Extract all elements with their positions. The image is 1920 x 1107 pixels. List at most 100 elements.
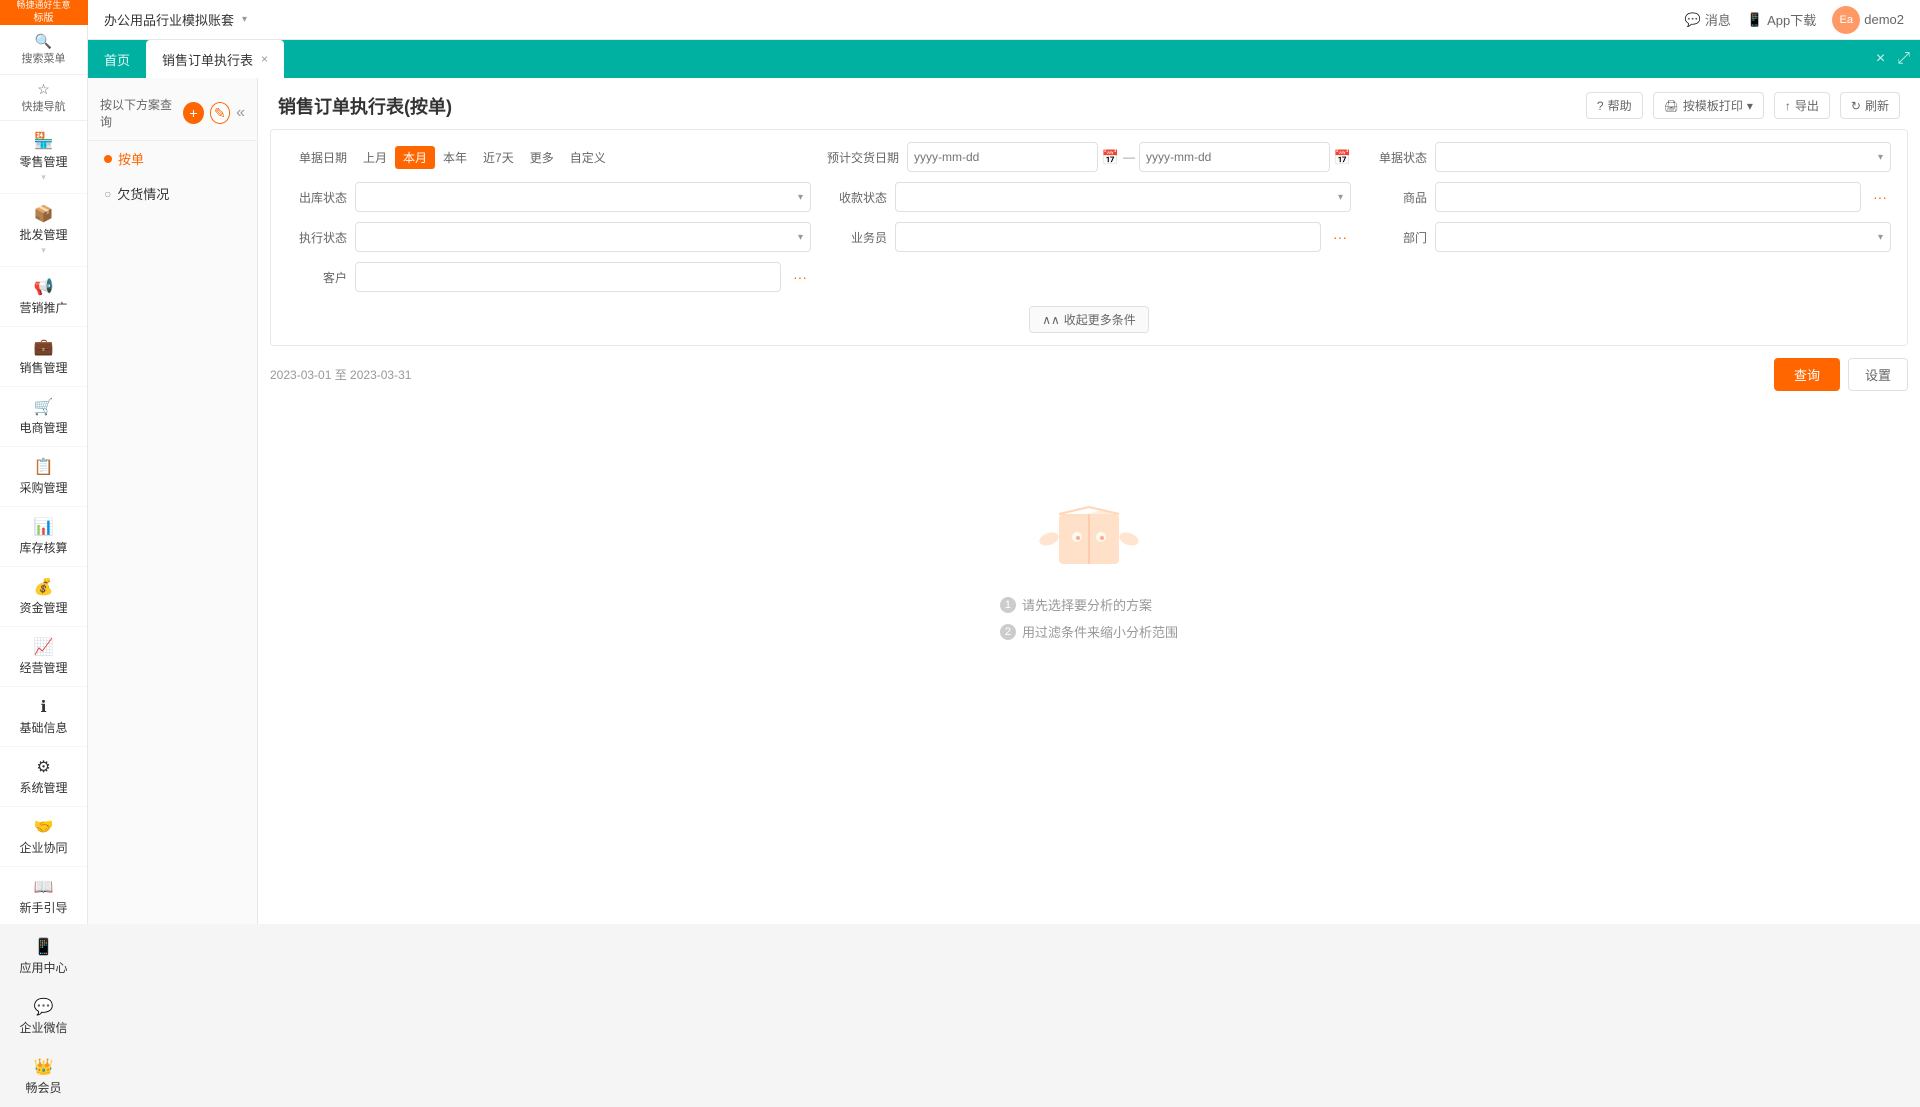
scheme-add-btn[interactable]: + [183, 102, 203, 124]
print-icon: 🖨 [1664, 99, 1679, 113]
filter-goods-row: 商品 ··· [1367, 182, 1891, 212]
sidebar: 畅捷通好生意 标版 🔍 搜索菜单 ☆ 快捷导航 🏪 零售管理 ▾ 📦 批发管理 … [0, 0, 88, 924]
sidebar-item-sales-mgmt[interactable]: 💼 销售管理 [0, 327, 87, 387]
page-action-buttons: ? 帮助 🖨 按模板打印 ▾ ↑ 导出 ↻ 刷新 [1586, 92, 1900, 119]
scheme-label: 按以下方案查询 [100, 96, 177, 130]
filter-doc-status-row: 单据状态 ▾ [1367, 142, 1891, 172]
help-btn[interactable]: ? 帮助 [1586, 92, 1643, 119]
topbar-dropdown-icon[interactable]: ▾ [242, 14, 247, 25]
empty-tip-2: 2 用过滤条件来缩小分析范围 [1000, 622, 1178, 641]
calendar-from-icon[interactable]: 📅 [1102, 149, 1119, 166]
sidebar-item-inventory[interactable]: 📊 库存核算 [0, 507, 87, 567]
date-btn-this-year[interactable]: 本年 [435, 146, 475, 169]
exec-status-select-wrapper: ▾ [355, 222, 811, 252]
tip-number-2: 2 [1000, 624, 1016, 640]
calendar-to-icon[interactable]: 📅 [1334, 149, 1351, 166]
sidebar-item-purchase[interactable]: 📋 采购管理 [0, 447, 87, 507]
right-panel: 销售订单执行表(按单) ? 帮助 🖨 按模板打印 ▾ ↑ 导出 [258, 78, 1920, 924]
payment-status-select[interactable] [895, 182, 1351, 212]
customer-more-icon[interactable]: ··· [789, 269, 811, 285]
sidebar-item-search-menu[interactable]: 🔍 搜索菜单 [0, 25, 87, 75]
refresh-btn[interactable]: ↻ 刷新 [1840, 92, 1900, 119]
tab-close-all-btn[interactable]: × [1874, 48, 1887, 70]
sidebar-logo[interactable]: 畅捷通好生意 标版 [0, 0, 88, 25]
sidebar-item-wholesale-mgmt[interactable]: 📦 批发管理 ▾ [0, 194, 87, 267]
stock-status-select-wrapper: ▾ [355, 182, 811, 212]
filter-customer-row: 客户 ··· [287, 262, 811, 292]
page-header: 销售订单执行表(按单) ? 帮助 🖨 按模板打印 ▾ ↑ 导出 [258, 78, 1920, 129]
customer-label: 客户 [287, 269, 347, 286]
tabs-right-controls: × ⤢ [1874, 48, 1920, 70]
goods-more-icon[interactable]: ··· [1869, 189, 1891, 205]
date-btn-more[interactable]: 更多 [522, 146, 562, 169]
print-btn[interactable]: 🖨 按模板打印 ▾ [1653, 92, 1764, 119]
left-panel: 按以下方案查询 + ✎ « 按单 ○ 欠货情况 [88, 78, 258, 924]
download-icon: 📱 [1747, 12, 1763, 28]
filter-area: 单据日期 上月 本月 本年 近7天 更多 自定义 预计交货日期 [270, 129, 1908, 346]
message-btn[interactable]: 💬 消息 [1685, 10, 1731, 29]
date-btn-this-month[interactable]: 本月 [395, 146, 435, 169]
settings-btn[interactable]: 设置 [1848, 358, 1908, 391]
tabs-bar: 首页 销售订单执行表 × × ⤢ [88, 40, 1920, 78]
search-btn[interactable]: 查询 [1774, 358, 1840, 391]
export-btn[interactable]: ↑ 导出 [1774, 92, 1830, 119]
scheme-edit-btn[interactable]: ✎ [210, 102, 230, 124]
payment-status-select-wrapper: ▾ [895, 182, 1351, 212]
stock-status-select[interactable] [355, 182, 811, 212]
payment-status-label: 收款状态 [827, 189, 887, 206]
sidebar-item-basic-info[interactable]: ℹ 基础信息 [0, 687, 87, 747]
scheme-active-dot [104, 155, 112, 163]
tab-expand-btn[interactable]: ⤢ [1895, 48, 1912, 70]
salesman-input[interactable] [895, 222, 1321, 252]
date-btn-7days[interactable]: 近7天 [475, 146, 522, 169]
customer-input[interactable] [355, 262, 781, 292]
scheme-item-shortage[interactable]: ○ 欠货情况 [88, 176, 257, 211]
sidebar-item-vip[interactable]: 👑 畅会员 [0, 1047, 87, 1107]
doc-status-label: 单据状态 [1367, 149, 1427, 166]
doc-status-select[interactable] [1435, 142, 1891, 172]
date-btn-custom[interactable]: 自定义 [562, 146, 614, 169]
sidebar-item-finance[interactable]: 💰 资金管理 [0, 567, 87, 627]
user-avatar-btn[interactable]: Ea demo2 [1832, 6, 1904, 34]
sidebar-item-enterprise[interactable]: 🤝 企业协同 [0, 807, 87, 867]
filter-collapse-row: ∧∧ 收起更多条件 [287, 302, 1891, 333]
sidebar-item-system[interactable]: ⚙ 系统管理 [0, 747, 87, 807]
dept-select-wrapper: ▾ [1435, 222, 1891, 252]
tab-home[interactable]: 首页 [88, 40, 146, 78]
scheme-item-by-order[interactable]: 按单 [88, 141, 257, 176]
message-icon: 💬 [1685, 12, 1701, 28]
exec-status-select[interactable] [355, 222, 811, 252]
filter-sub-bar: 2023-03-01 至 2023-03-31 查询 设置 [258, 358, 1920, 391]
tab-close-icon[interactable]: × [261, 52, 268, 66]
sidebar-item-quick-nav[interactable]: ☆ 快捷导航 [0, 75, 87, 121]
sidebar-item-retail-mgmt[interactable]: 🏪 零售管理 ▾ [0, 121, 87, 194]
export-icon: ↑ [1785, 99, 1791, 113]
expected-date-from[interactable] [907, 142, 1098, 172]
refresh-icon: ↻ [1851, 99, 1861, 113]
tab-sales-exec[interactable]: 销售订单执行表 × [146, 40, 284, 78]
filter-payment-status-row: 收款状态 ▾ [827, 182, 1351, 212]
expected-date-to[interactable] [1139, 142, 1330, 172]
expected-date-range: 📅 — 📅 [907, 142, 1351, 172]
empty-svg [1039, 479, 1139, 579]
dept-select[interactable] [1435, 222, 1891, 252]
exec-status-label: 执行状态 [287, 229, 347, 246]
scheme-collapse-btn[interactable]: « [236, 104, 245, 122]
sidebar-item-newcomer[interactable]: 📖 新手引导 [0, 867, 87, 927]
date-btn-last-month[interactable]: 上月 [355, 146, 395, 169]
filter-salesman-row: 业务员 ··· [827, 222, 1351, 252]
salesman-more-icon[interactable]: ··· [1329, 229, 1351, 245]
sidebar-item-app-center[interactable]: 📱 应用中心 [0, 927, 87, 987]
app-download-btn[interactable]: 📱 App下载 [1747, 10, 1816, 29]
sidebar-item-operations[interactable]: 📈 经营管理 [0, 627, 87, 687]
collapse-btn[interactable]: ∧∧ 收起更多条件 [1029, 306, 1149, 333]
sidebar-item-ecommerce[interactable]: 🛒 电商管理 [0, 387, 87, 447]
goods-input[interactable] [1435, 182, 1861, 212]
sidebar-item-enterprise-wechat[interactable]: 💬 企业微信 [0, 987, 87, 1047]
topbar-right: 💬 消息 📱 App下载 Ea demo2 [1685, 6, 1904, 34]
empty-illustration [1039, 479, 1139, 579]
sidebar-item-marketing[interactable]: 📢 营销推广 [0, 267, 87, 327]
empty-tips: 1 请先选择要分析的方案 2 用过滤条件来缩小分析范围 [1000, 595, 1178, 641]
topbar: 办公用品行业模拟账套 ▾ 💬 消息 📱 App下载 Ea demo2 [88, 0, 1920, 40]
search-settings-btns: 查询 设置 [1774, 358, 1908, 391]
